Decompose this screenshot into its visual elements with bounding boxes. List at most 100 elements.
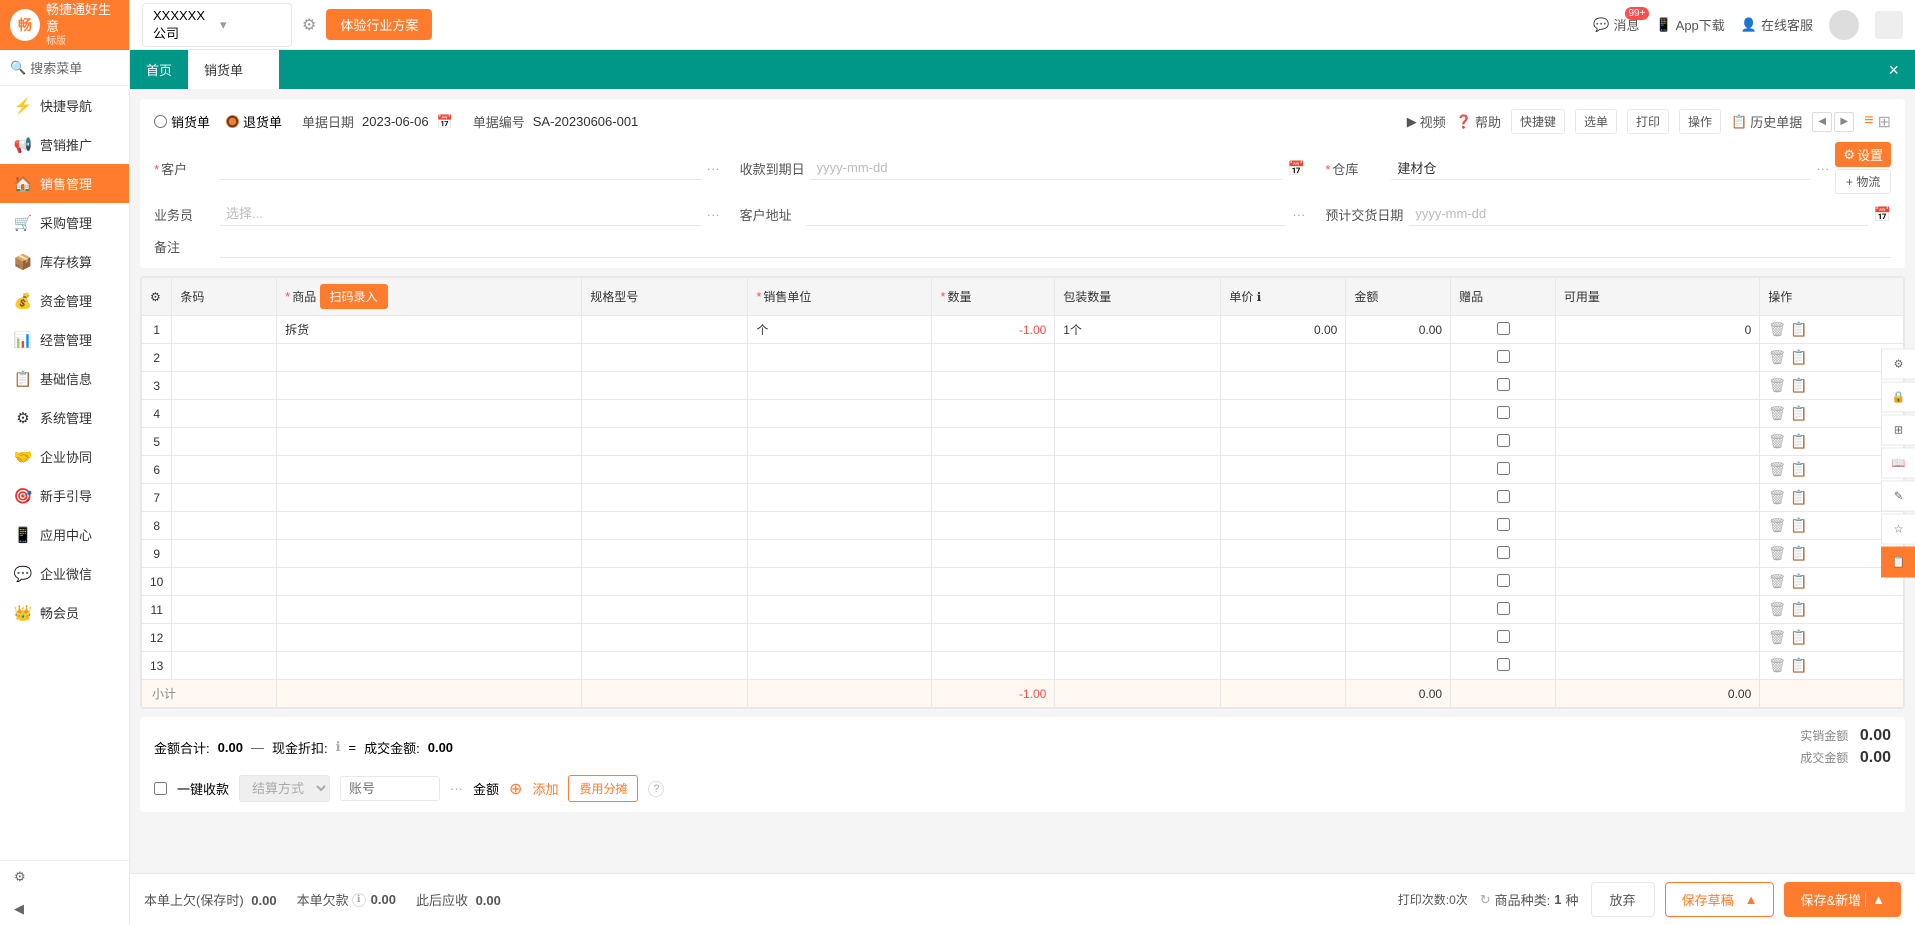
delete-row-btn[interactable]: 🗑 xyxy=(1768,657,1786,674)
cell-product[interactable] xyxy=(277,400,582,428)
sidebar-item-operations[interactable]: 📊经营管理 xyxy=(0,320,129,359)
cell-unit-price[interactable] xyxy=(1221,484,1346,512)
discard-button[interactable]: 放弃 xyxy=(1591,882,1655,917)
customer-address-input[interactable] xyxy=(806,202,1287,226)
cell-unit[interactable] xyxy=(748,428,932,456)
gift-checkbox[interactable] xyxy=(1497,378,1510,391)
sidebar-item-finance[interactable]: 💰资金管理 xyxy=(0,281,129,320)
cell-product[interactable] xyxy=(277,428,582,456)
user-avatar[interactable] xyxy=(1829,10,1859,40)
sidebar-item-marketing[interactable]: 📢营销推广 xyxy=(0,125,129,164)
calendar-icon-date[interactable]: 📅 xyxy=(437,114,453,130)
cell-product[interactable] xyxy=(277,624,582,652)
cell-spec[interactable] xyxy=(582,596,748,624)
one-click-payment-checkbox[interactable] xyxy=(154,782,167,795)
cell-amount[interactable] xyxy=(1346,540,1451,568)
operation-button[interactable]: 操作 xyxy=(1679,109,1721,134)
cell-barcode[interactable] xyxy=(172,540,277,568)
cell-product[interactable] xyxy=(277,484,582,512)
right-btn-qa[interactable]: 📖 xyxy=(1881,447,1915,478)
help-link[interactable]: ❓ 帮助 xyxy=(1456,112,1501,131)
cell-gift[interactable] xyxy=(1451,400,1556,428)
copy-row-btn[interactable]: 📋 xyxy=(1790,405,1807,422)
cell-unit[interactable] xyxy=(748,512,932,540)
sidebar-item-system[interactable]: ⚙系统管理 xyxy=(0,398,129,437)
gift-checkbox[interactable] xyxy=(1497,602,1510,615)
cell-product[interactable] xyxy=(277,456,582,484)
cell-barcode[interactable] xyxy=(172,316,277,344)
cell-quantity[interactable] xyxy=(932,456,1055,484)
cell-product[interactable] xyxy=(277,344,582,372)
cell-unit-price[interactable] xyxy=(1221,568,1346,596)
cell-barcode[interactable] xyxy=(172,568,277,596)
history-button[interactable]: 📋 历史单据 xyxy=(1731,112,1802,131)
cell-quantity[interactable] xyxy=(932,428,1055,456)
cell-quantity[interactable] xyxy=(932,568,1055,596)
online-service-button[interactable]: 👤 在线客服 xyxy=(1741,15,1813,34)
sidebar-bottom-collapse[interactable]: ◀ xyxy=(0,893,129,925)
cell-unit[interactable] xyxy=(748,400,932,428)
cell-gift[interactable] xyxy=(1451,372,1556,400)
cell-spec[interactable] xyxy=(582,372,748,400)
cell-product[interactable] xyxy=(277,596,582,624)
cell-gift[interactable] xyxy=(1451,484,1556,512)
cell-unit[interactable] xyxy=(748,540,932,568)
radio-return[interactable]: 退货单 xyxy=(226,112,282,131)
ellipsis-bank[interactable]: ··· xyxy=(450,781,463,796)
sidebar-search[interactable]: 🔍 搜索菜单 xyxy=(0,50,129,86)
cell-unit[interactable] xyxy=(748,484,932,512)
gift-checkbox[interactable] xyxy=(1497,490,1510,503)
delete-row-btn[interactable]: 🗑 xyxy=(1768,517,1786,534)
address-ellipsis[interactable]: ··· xyxy=(1292,207,1305,222)
cell-barcode[interactable] xyxy=(172,456,277,484)
radio-sale[interactable]: 销货单 xyxy=(154,112,210,131)
delete-row-btn[interactable]: 🗑 xyxy=(1768,573,1786,590)
cell-unit-price[interactable]: 0.00 xyxy=(1221,316,1346,344)
select-button[interactable]: 选单 xyxy=(1575,109,1617,134)
expense-split-button[interactable]: 费用分摊 xyxy=(568,775,638,802)
cell-gift[interactable] xyxy=(1451,316,1556,344)
sidebar-item-guide[interactable]: 🎯新手引导 xyxy=(0,476,129,515)
cell-unit-price[interactable] xyxy=(1221,428,1346,456)
cell-unit[interactable] xyxy=(748,652,932,680)
cell-quantity[interactable] xyxy=(932,540,1055,568)
cell-spec[interactable] xyxy=(582,344,748,372)
sidebar-item-sales[interactable]: 🏠销售管理 xyxy=(0,164,129,203)
settings-right-btn[interactable]: ⚙ 设置 xyxy=(1835,142,1891,167)
cell-unit-price[interactable] xyxy=(1221,540,1346,568)
cell-unit[interactable] xyxy=(748,372,932,400)
sidebar-item-wechat[interactable]: 💬企业微信 xyxy=(0,554,129,593)
cell-barcode[interactable] xyxy=(172,400,277,428)
right-btn-lock[interactable]: 🔒 xyxy=(1881,381,1915,412)
cell-gift[interactable] xyxy=(1451,568,1556,596)
cell-pack-qty[interactable] xyxy=(1055,540,1221,568)
delete-row-btn[interactable]: 🗑 xyxy=(1768,433,1786,450)
customer-ellipsis[interactable]: ··· xyxy=(707,161,720,176)
cell-gift[interactable] xyxy=(1451,456,1556,484)
cell-quantity[interactable] xyxy=(932,344,1055,372)
gift-checkbox[interactable] xyxy=(1497,322,1510,335)
right-btn-edit[interactable]: ✎ xyxy=(1881,480,1915,511)
cell-spec[interactable] xyxy=(582,540,748,568)
right-btn-expand[interactable]: ⊞ xyxy=(1881,414,1915,445)
payment-date-input[interactable] xyxy=(811,156,1282,180)
cell-pack-qty[interactable] xyxy=(1055,428,1221,456)
save-new-button[interactable]: 保存&新增 ▲ xyxy=(1784,882,1901,917)
tab-sale-order[interactable]: 销货单 × xyxy=(188,50,279,89)
delete-row-btn[interactable]: 🗑 xyxy=(1768,321,1786,338)
salesperson-ellipsis[interactable]: ··· xyxy=(707,207,720,222)
cell-quantity[interactable] xyxy=(932,512,1055,540)
cell-pack-qty[interactable] xyxy=(1055,512,1221,540)
radio-sale-input[interactable] xyxy=(154,115,167,128)
sidebar-item-basic[interactable]: 📋基础信息 xyxy=(0,359,129,398)
copy-row-btn[interactable]: 📋 xyxy=(1790,601,1807,618)
delete-row-btn[interactable]: 🗑 xyxy=(1768,489,1786,506)
cell-barcode[interactable] xyxy=(172,624,277,652)
cell-pack-qty[interactable] xyxy=(1055,400,1221,428)
cell-spec[interactable] xyxy=(582,568,748,596)
cell-unit[interactable]: 个 xyxy=(748,316,932,344)
cell-pack-qty[interactable] xyxy=(1055,596,1221,624)
delete-row-btn[interactable]: 🗑 xyxy=(1768,461,1786,478)
cell-product[interactable] xyxy=(277,372,582,400)
cell-amount[interactable] xyxy=(1346,344,1451,372)
